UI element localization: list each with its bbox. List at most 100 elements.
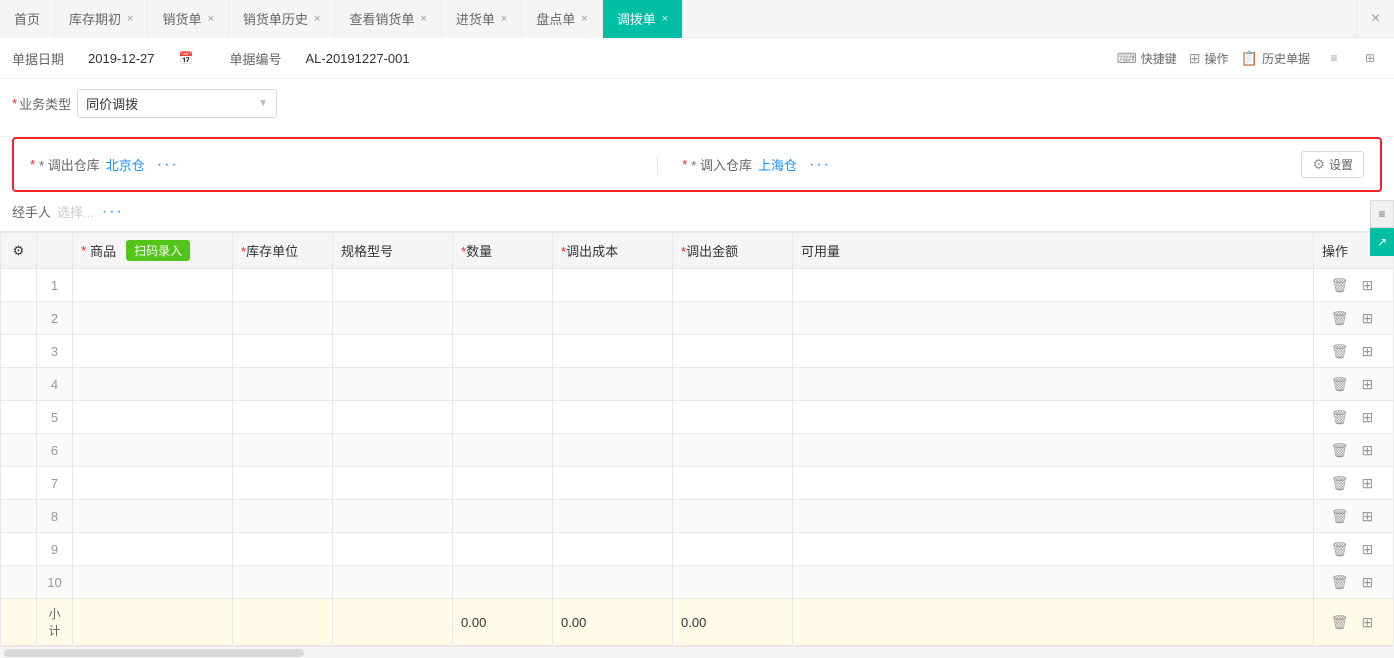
subtotal-num: 小计 (37, 599, 73, 646)
list-view-btn[interactable]: ≡ (1322, 46, 1346, 70)
row-qty (453, 467, 553, 500)
tab-transfer-close[interactable]: × (662, 13, 668, 25)
copy-icon[interactable]: ⊞ (1357, 440, 1377, 460)
tab-sales-order-close[interactable]: × (207, 13, 213, 25)
tab-sales-history[interactable]: 销货单历史 × (229, 0, 335, 38)
tab-view-sales-close[interactable]: × (420, 13, 426, 25)
date-value: 2019-12-27 (88, 51, 155, 66)
delete-icon[interactable]: 🗑 (1330, 612, 1350, 632)
row-unit (233, 368, 333, 401)
row-product[interactable] (73, 500, 233, 533)
subtotal-cost: 0.00 (553, 599, 673, 646)
transfer-in-label: * 调入仓库 (691, 155, 752, 174)
delete-icon[interactable]: 🗑 (1330, 506, 1350, 526)
scroll-area[interactable] (0, 646, 1394, 658)
row-qty (453, 302, 553, 335)
tab-purchase-close[interactable]: × (501, 13, 507, 25)
copy-icon[interactable]: ⊞ (1357, 407, 1377, 427)
delete-icon[interactable]: 🗑 (1330, 539, 1350, 559)
copy-icon[interactable]: ⊞ (1357, 374, 1377, 394)
row-spec (333, 566, 453, 599)
copy-icon[interactable]: ⊞ (1357, 308, 1377, 328)
date-label: 单据日期 (12, 49, 64, 68)
transfer-in-more[interactable]: ··· (809, 156, 831, 174)
tab-sales-order[interactable]: 销货单 × (148, 0, 228, 38)
number-label: 单据编号 (229, 49, 281, 68)
copy-icon[interactable]: ⊞ (1357, 341, 1377, 361)
delete-icon[interactable]: 🗑 (1330, 275, 1350, 295)
tab-inventory-check-close[interactable]: × (581, 13, 587, 25)
delete-icon[interactable]: 🗑 (1330, 407, 1350, 427)
table-row: 5 🗑 ⊞ (1, 401, 1394, 434)
scroll-thumb[interactable] (4, 649, 304, 657)
delete-icon[interactable]: 🗑 (1330, 341, 1350, 361)
tab-view-sales[interactable]: 查看销货单 × (335, 0, 441, 38)
table-row: 2 🗑 ⊞ (1, 302, 1394, 335)
tab-home-label: 首页 (14, 9, 40, 28)
tab-purchase[interactable]: 进货单 × (442, 0, 522, 38)
row-cost (553, 269, 673, 302)
row-unit (233, 434, 333, 467)
row-cost (553, 467, 673, 500)
row-product[interactable] (73, 533, 233, 566)
settings-btn[interactable]: ⚙ 设置 (1301, 151, 1364, 178)
delete-icon[interactable]: 🗑 (1330, 308, 1350, 328)
copy-icon[interactable]: ⊞ (1357, 275, 1377, 295)
subtotal-qty: 0.00 (453, 599, 553, 646)
delete-icon[interactable]: 🗑 (1330, 440, 1350, 460)
copy-icon[interactable]: ⊞ (1357, 473, 1377, 493)
row-unit (233, 401, 333, 434)
operations-btn[interactable]: ⊞ 操作 (1189, 50, 1229, 67)
scan-btn[interactable]: 扫码录入 (126, 240, 190, 261)
calendar-icon[interactable]: 📅 (179, 51, 194, 65)
tab-inventory-check-label: 盘点单 (536, 9, 575, 28)
row-product[interactable] (73, 401, 233, 434)
row-spec (333, 269, 453, 302)
window-close-btn[interactable]: × (1356, 0, 1394, 38)
row-product[interactable] (73, 335, 233, 368)
row-product[interactable] (73, 368, 233, 401)
tab-home[interactable]: 首页 (0, 0, 55, 38)
tab-inventory-init[interactable]: 库存期初 × (55, 0, 148, 38)
tab-inventory-init-close[interactable]: × (127, 13, 133, 25)
copy-icon[interactable]: ⊞ (1357, 572, 1377, 592)
row-gear (1, 302, 37, 335)
tab-inventory-check[interactable]: 盘点单 × (522, 0, 602, 38)
business-type-select[interactable]: 同价调拨 ▼ (77, 89, 277, 118)
th-gear[interactable]: ⚙ (1, 233, 37, 269)
row-amount (673, 401, 793, 434)
th-product: * 商品 扫码录入 (73, 233, 233, 269)
side-expand-btn[interactable]: ↗ (1370, 228, 1394, 256)
history-btn[interactable]: 📋 历史单据 (1241, 50, 1310, 67)
row-action: 🗑 ⊞ (1314, 368, 1394, 401)
tab-transfer-label: 调拨单 (617, 9, 656, 28)
row-product[interactable] (73, 566, 233, 599)
business-type-row: * 业务类型 同价调拨 ▼ (12, 89, 1382, 118)
row-action: 🗑 ⊞ (1314, 302, 1394, 335)
side-list-btn[interactable]: ≡ (1370, 200, 1394, 228)
row-spec (333, 335, 453, 368)
delete-icon[interactable]: 🗑 (1330, 374, 1350, 394)
table-row: 6 🗑 ⊞ (1, 434, 1394, 467)
copy-icon[interactable]: ⊞ (1357, 612, 1377, 632)
table-row: 9 🗑 ⊞ (1, 533, 1394, 566)
handler-more[interactable]: ··· (102, 203, 124, 221)
transfer-out-more[interactable]: ··· (157, 156, 179, 174)
copy-icon[interactable]: ⊞ (1357, 506, 1377, 526)
delete-icon[interactable]: 🗑 (1330, 473, 1350, 493)
row-product[interactable] (73, 269, 233, 302)
row-product[interactable] (73, 467, 233, 500)
copy-icon[interactable]: ⊞ (1357, 539, 1377, 559)
grid-view-btn[interactable]: ⊞ (1358, 46, 1382, 70)
tab-sales-history-close[interactable]: × (314, 13, 320, 25)
shortcuts-btn[interactable]: ⌨ 快捷键 (1117, 50, 1177, 67)
row-product[interactable] (73, 302, 233, 335)
row-gear (1, 500, 37, 533)
row-product[interactable] (73, 434, 233, 467)
tab-transfer[interactable]: 调拨单 × (603, 0, 683, 38)
row-spec (333, 401, 453, 434)
delete-icon[interactable]: 🗑 (1330, 572, 1350, 592)
transfer-in-field: * * 调入仓库 上海仓 ··· (682, 155, 1285, 174)
row-cost (553, 335, 673, 368)
handler-select[interactable]: 选择... (57, 202, 94, 221)
